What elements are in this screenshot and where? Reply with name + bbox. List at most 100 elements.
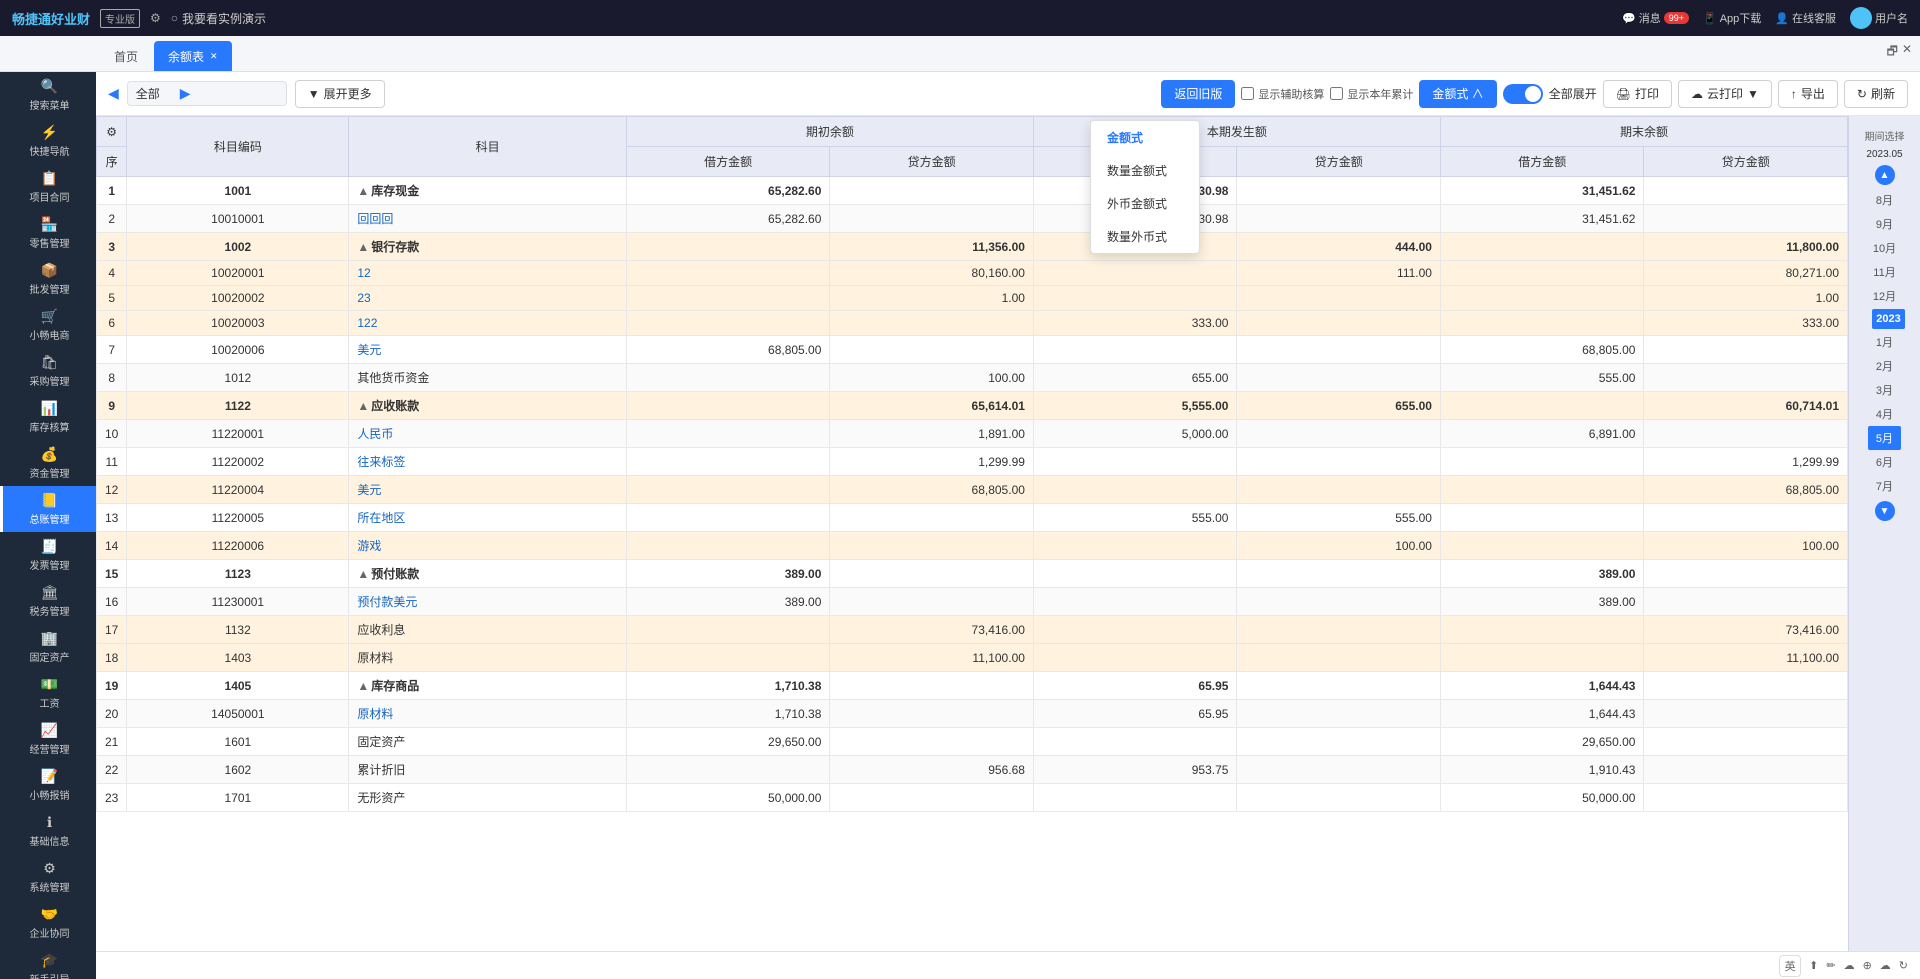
dropdown-item-3[interactable]: 数量外币式 <box>1091 220 1199 253</box>
cloud-icon[interactable]: ☁ <box>1844 959 1855 972</box>
table-row[interactable]: 11 11220002 往来标签 1,299.99 1,299.99 <box>97 448 1848 476</box>
print-btn[interactable]: 🖨 打印 <box>1603 80 1672 108</box>
table-row[interactable]: 8 1012 其他货币资金 100.00 655.00 555.00 <box>97 364 1848 392</box>
table-row[interactable]: 6 10020003 122 333.00 333.00 <box>97 311 1848 336</box>
month-item-8[interactable]: 3月 <box>1868 378 1900 402</box>
month-item-2[interactable]: 10月 <box>1868 236 1900 260</box>
collapse-up-btn[interactable]: ▲ <box>1875 165 1895 185</box>
upload-icon[interactable]: ⬆ <box>1809 959 1818 972</box>
sidebar-item-15[interactable]: 📝小畅报销 <box>0 762 96 808</box>
table-row[interactable]: 20 14050001 原材料 1,710.38 65.95 1,644.43 <box>97 700 1848 728</box>
refresh-status-icon[interactable]: ↻ <box>1899 959 1908 972</box>
cell-name[interactable]: 往来标签 <box>349 448 627 476</box>
collapse-down-btn[interactable]: ▼ <box>1875 501 1895 521</box>
settings-icon[interactable]: ⚙ <box>150 11 161 25</box>
month-item-5[interactable]: 2023 <box>1872 309 1904 329</box>
show-annual-checkbox[interactable]: 显示本年累计 <box>1330 86 1413 102</box>
sidebar-item-9[interactable]: 📒总账管理 <box>0 486 96 532</box>
cell-name[interactable]: 23 <box>349 286 627 311</box>
refresh-btn[interactable]: ↻ 刷新 <box>1844 80 1908 108</box>
col-gear[interactable]: ⚙ <box>97 117 127 147</box>
cell-name[interactable]: 游戏 <box>349 532 627 560</box>
app-download-btn[interactable]: 📱 App下载 <box>1703 10 1761 26</box>
cell-name[interactable]: 原材料 <box>349 700 627 728</box>
sidebar-item-6[interactable]: 🛍采购管理 <box>0 348 96 394</box>
cell-name[interactable]: 美元 <box>349 336 627 364</box>
cell-name[interactable]: 回回回 <box>349 205 627 233</box>
cell-name[interactable]: 122 <box>349 311 627 336</box>
cell-name[interactable]: 12 <box>349 261 627 286</box>
user-avatar[interactable]: 用户名 <box>1850 7 1908 29</box>
sidebar-item-17[interactable]: ⚙系统管理 <box>0 854 96 900</box>
sidebar-item-7[interactable]: 📊库存核算 <box>0 394 96 440</box>
table-row[interactable]: 17 1132 应收利息 73,416.00 73,416.00 <box>97 616 1848 644</box>
table-row[interactable]: 10 11220001 人民币 1,891.00 5,000.00 6,891.… <box>97 420 1848 448</box>
window-close-icon[interactable]: ✕ <box>1902 42 1912 63</box>
cell-name[interactable]: 美元 <box>349 476 627 504</box>
sidebar-item-4[interactable]: 📦批发管理 <box>0 256 96 302</box>
month-item-3[interactable]: 11月 <box>1868 260 1900 284</box>
sidebar-item-16[interactable]: ℹ基础信息 <box>0 808 96 854</box>
view-mode-btn[interactable]: 金额式 ∧ <box>1419 80 1496 108</box>
cloud-print-btn[interactable]: ☁ 云打印 ▼ <box>1678 80 1772 108</box>
table-row[interactable]: 14 11220006 游戏 100.00 100.00 <box>97 532 1848 560</box>
table-row[interactable]: 5 10020002 23 1.00 1.00 <box>97 286 1848 311</box>
sidebar-item-18[interactable]: 🤝企业协同 <box>0 900 96 946</box>
dropdown-item-1[interactable]: 数量金额式 <box>1091 154 1199 187</box>
table-row[interactable]: 13 11220005 所在地区 555.00 555.00 <box>97 504 1848 532</box>
table-row[interactable]: 12 11220004 美元 68,805.00 68,805.00 <box>97 476 1848 504</box>
month-item-0[interactable]: 8月 <box>1868 188 1900 212</box>
table-row[interactable]: 4 10020001 12 80,160.00 111.00 80,271.00 <box>97 261 1848 286</box>
cell-name[interactable]: 预付款美元 <box>349 588 627 616</box>
edit-icon[interactable]: ✏ <box>1826 959 1835 972</box>
month-item-4[interactable]: 12月 <box>1868 284 1900 308</box>
table-row[interactable]: 1 1001 ▲库存现金 65,282.60 33,830.98 31,451.… <box>97 177 1848 205</box>
cell-name[interactable]: 所在地区 <box>349 504 627 532</box>
message-btn[interactable]: 💬 消息 99+ <box>1622 10 1689 26</box>
return-old-btn[interactable]: 返回旧版 <box>1161 80 1235 108</box>
month-item-10[interactable]: 5月 <box>1868 426 1900 450</box>
sidebar-item-12[interactable]: 🏢固定资产 <box>0 624 96 670</box>
table-row[interactable]: 18 1403 原材料 11,100.00 11,100.00 <box>97 644 1848 672</box>
dropdown-item-2[interactable]: 外币金额式 <box>1091 187 1199 220</box>
sidebar-item-19[interactable]: 🎓新手引导 <box>0 946 96 979</box>
table-row[interactable]: 23 1701 无形资产 50,000.00 50,000.00 <box>97 784 1848 812</box>
sidebar-item-14[interactable]: 📈经营管理 <box>0 716 96 762</box>
month-item-12[interactable]: 7月 <box>1868 474 1900 498</box>
month-item-9[interactable]: 4月 <box>1868 402 1900 426</box>
table-row[interactable]: 7 10020006 美元 68,805.00 68,805.00 <box>97 336 1848 364</box>
lang-btn[interactable]: 英 <box>1779 955 1801 977</box>
sidebar-item-1[interactable]: ⚡快捷导航 <box>0 118 96 164</box>
sidebar-item-13[interactable]: 💵工资 <box>0 670 96 716</box>
month-item-11[interactable]: 6月 <box>1868 450 1900 474</box>
table-row[interactable]: 2 10010001 回回回 65,282.60 33,830.98 31,45… <box>97 205 1848 233</box>
sidebar-item-8[interactable]: 💰资金管理 <box>0 440 96 486</box>
cell-name[interactable]: 人民币 <box>349 420 627 448</box>
table-row[interactable]: 3 1002 ▲银行存款 11,356.00 444.00 11,800.00 <box>97 233 1848 261</box>
table-row[interactable]: 21 1601 固定资产 29,650.00 29,650.00 <box>97 728 1848 756</box>
export-btn[interactable]: ↑ 导出 <box>1778 80 1838 108</box>
sidebar-item-10[interactable]: 🧾发票管理 <box>0 532 96 578</box>
demo-btn[interactable]: ○ 我要看实例演示 <box>171 10 266 27</box>
table-row[interactable]: 9 1122 ▲应收账款 65,614.01 5,555.00 655.00 6… <box>97 392 1848 420</box>
online-service-btn[interactable]: 👤 在线客服 <box>1775 10 1836 26</box>
table-row[interactable]: 22 1602 累计折旧 956.68 953.75 1,910.43 <box>97 756 1848 784</box>
table-row[interactable]: 19 1405 ▲库存商品 1,710.38 65.95 1,644.43 <box>97 672 1848 700</box>
sidebar-item-0[interactable]: 🔍搜索菜单 <box>0 72 96 118</box>
search-forward-icon[interactable]: ▶ <box>180 85 191 102</box>
sidebar-item-2[interactable]: 📋项目合同 <box>0 164 96 210</box>
show-auxiliary-checkbox[interactable]: 显示辅助核算 <box>1241 86 1324 102</box>
expand-more-btn[interactable]: ▼ 展开更多 <box>295 80 385 108</box>
sidebar-item-3[interactable]: 🏪零售管理 <box>0 210 96 256</box>
plus-icon[interactable]: ⊕ <box>1863 959 1872 972</box>
sidebar-item-11[interactable]: 🏛税务管理 <box>0 578 96 624</box>
window-restore-icon[interactable]: 🗗 <box>1887 42 1898 63</box>
tab-close-icon[interactable]: ✕ <box>210 51 218 62</box>
tab-home[interactable]: 首页 <box>100 41 152 71</box>
table-row[interactable]: 15 1123 ▲预付账款 389.00 389.00 <box>97 560 1848 588</box>
month-item-6[interactable]: 1月 <box>1868 330 1900 354</box>
tab-balance[interactable]: 余额表 ✕ <box>154 41 232 71</box>
month-item-7[interactable]: 2月 <box>1868 354 1900 378</box>
table-row[interactable]: 16 11230001 预付款美元 389.00 389.00 <box>97 588 1848 616</box>
cloud2-icon[interactable]: ☁ <box>1880 959 1891 972</box>
